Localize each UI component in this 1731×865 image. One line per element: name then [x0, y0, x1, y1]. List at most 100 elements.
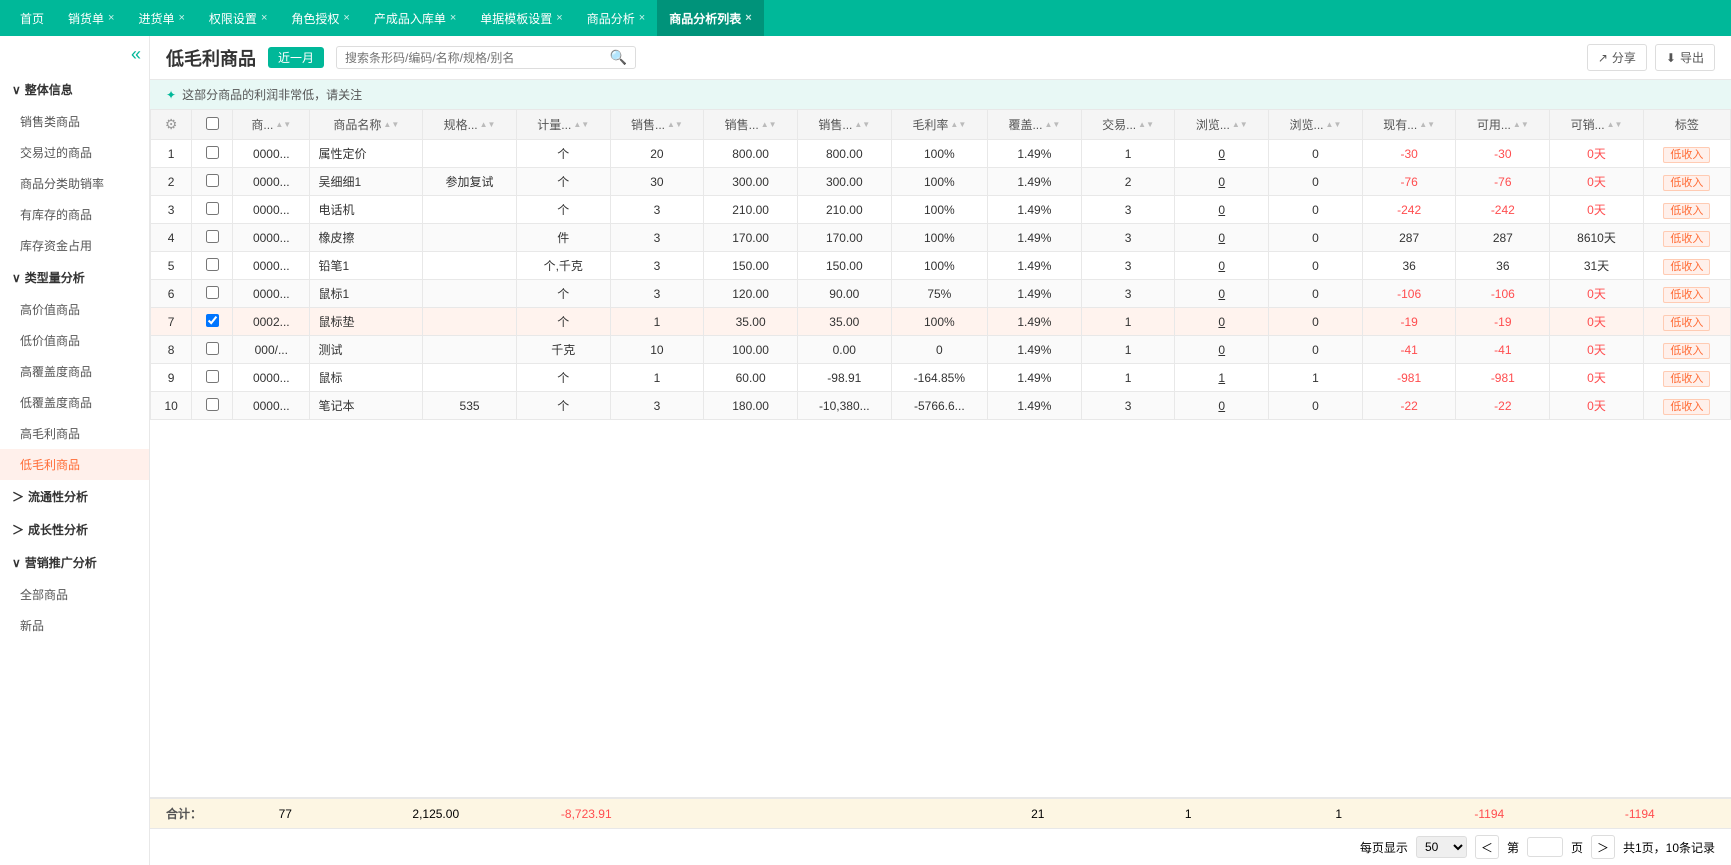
sidebar-group-circulation[interactable]: ＞ 流通性分析 [0, 480, 149, 513]
sort-icon[interactable]: ▲▼ [573, 121, 589, 129]
nav-template-settings[interactable]: 单据模板设置 × [468, 0, 574, 36]
row-browse1[interactable]: 0 [1175, 392, 1269, 420]
sidebar-item-sales-goods[interactable]: 销售类商品 [0, 106, 149, 137]
sort-icon[interactable]: ▲▼ [761, 121, 777, 129]
th-sellable[interactable]: 可销...▲▼ [1550, 110, 1644, 140]
nav-purchase-order[interactable]: 进货单 × [126, 0, 196, 36]
sort-icon[interactable]: ▲▼ [1044, 121, 1060, 129]
sidebar-item-all-goods[interactable]: 全部商品 [0, 579, 149, 610]
row-browse1[interactable]: 0 [1175, 336, 1269, 364]
nav-roles[interactable]: 角色授权 × [279, 0, 361, 36]
close-icon[interactable]: × [639, 12, 645, 24]
sort-icon[interactable]: ▲▼ [1419, 121, 1435, 129]
sidebar-group-marketing[interactable]: ∨ 营销推广分析 [0, 546, 149, 579]
row-browse1[interactable]: 0 [1175, 168, 1269, 196]
th-available[interactable]: 可用...▲▼ [1456, 110, 1550, 140]
th-current-stock[interactable]: 现有...▲▼ [1362, 110, 1456, 140]
sort-icon[interactable]: ▲▼ [1513, 121, 1529, 129]
time-tag-btn[interactable]: 近一月 [268, 47, 324, 68]
row-checkbox[interactable] [192, 224, 233, 252]
th-settings[interactable]: ⚙ [151, 110, 192, 140]
row-checkbox[interactable] [192, 364, 233, 392]
close-icon[interactable]: × [261, 12, 267, 24]
th-tag[interactable]: 标签 [1643, 110, 1730, 140]
sidebar-group-overall[interactable]: ∨ 整体信息 [0, 73, 149, 106]
sort-icon[interactable]: ▲▼ [1607, 121, 1623, 129]
row-browse1[interactable]: 0 [1175, 308, 1269, 336]
sidebar-item-high-margin[interactable]: 高毛利商品 [0, 418, 149, 449]
th-sales-qty[interactable]: 销售...▲▼ [610, 110, 704, 140]
row-name[interactable]: 橡皮擦 [310, 224, 423, 252]
sort-icon[interactable]: ▲▼ [667, 121, 683, 129]
sort-icon[interactable]: ▲▼ [950, 121, 966, 129]
row-browse1[interactable]: 0 [1175, 252, 1269, 280]
row-checkbox[interactable] [192, 196, 233, 224]
row-checkbox[interactable] [192, 252, 233, 280]
close-icon[interactable]: × [450, 12, 456, 24]
th-gross-rate[interactable]: 毛利率▲▼ [891, 110, 987, 140]
page-size-select[interactable]: 10 20 50 100 [1416, 836, 1467, 858]
sidebar-item-stocked-goods[interactable]: 有库存的商品 [0, 199, 149, 230]
row-name[interactable]: 吴细细1 [310, 168, 423, 196]
th-code[interactable]: 商...▲▼ [233, 110, 310, 140]
sidebar-group-growth[interactable]: ＞ 成长性分析 [0, 513, 149, 546]
share-button[interactable]: ↗ 分享 [1587, 44, 1647, 71]
nav-sales-order[interactable]: 销货单 × [56, 0, 126, 36]
sidebar-item-high-value[interactable]: 高价值商品 [0, 294, 149, 325]
prev-page-button[interactable]: ＜ [1475, 835, 1499, 859]
search-icon[interactable]: 🔍 [610, 49, 627, 66]
th-unit[interactable]: 计量...▲▼ [516, 110, 610, 140]
row-checkbox[interactable] [192, 392, 233, 420]
row-name[interactable]: 鼠标 [310, 364, 423, 392]
sidebar-item-traded-goods[interactable]: 交易过的商品 [0, 137, 149, 168]
close-icon[interactable]: × [745, 12, 751, 24]
export-button[interactable]: ⬇ 导出 [1655, 44, 1715, 71]
row-browse1[interactable]: 0 [1175, 224, 1269, 252]
current-page-input[interactable]: 1 [1527, 837, 1563, 857]
th-name[interactable]: 商品名称▲▼ [310, 110, 423, 140]
sort-icon[interactable]: ▲▼ [383, 121, 399, 129]
row-checkbox[interactable] [192, 140, 233, 168]
sidebar-item-category-rate[interactable]: 商品分类助销率 [0, 168, 149, 199]
select-all-checkbox[interactable] [206, 117, 219, 130]
row-name[interactable]: 鼠标垫 [310, 308, 423, 336]
th-spec[interactable]: 规格...▲▼ [423, 110, 517, 140]
sidebar-item-low-value[interactable]: 低价值商品 [0, 325, 149, 356]
close-icon[interactable]: × [343, 12, 349, 24]
nav-product-analysis[interactable]: 商品分析 × [575, 0, 657, 36]
sidebar-item-low-margin[interactable]: 低毛利商品 [0, 449, 149, 480]
sort-icon[interactable]: ▲▼ [480, 121, 496, 129]
row-name[interactable]: 属性定价 [310, 140, 423, 168]
row-checkbox[interactable] [192, 308, 233, 336]
row-name[interactable]: 铅笔1 [310, 252, 423, 280]
nav-finished-goods[interactable]: 产成品入库单 × [362, 0, 468, 36]
row-name[interactable]: 测试 [310, 336, 423, 364]
sidebar-item-new-goods[interactable]: 新品 [0, 610, 149, 641]
th-browse1[interactable]: 浏览...▲▼ [1175, 110, 1269, 140]
sort-icon[interactable]: ▲▼ [1232, 121, 1248, 129]
row-checkbox[interactable] [192, 280, 233, 308]
sort-icon[interactable]: ▲▼ [275, 121, 291, 129]
sort-icon[interactable]: ▲▼ [1138, 121, 1154, 129]
row-browse1[interactable]: 0 [1175, 280, 1269, 308]
close-icon[interactable]: × [108, 12, 114, 24]
table-wrapper[interactable]: ⚙ 商...▲▼ 商品名称▲▼ 规格...▲▼ 计量...▲▼ 销售...▲▼ … [150, 109, 1731, 797]
sidebar-item-high-coverage[interactable]: 高覆盖度商品 [0, 356, 149, 387]
th-sales-price[interactable]: 销售...▲▼ [704, 110, 798, 140]
sidebar-group-type-analysis[interactable]: ∨ 类型量分析 [0, 261, 149, 294]
row-checkbox[interactable] [192, 168, 233, 196]
row-browse1[interactable]: 0 [1175, 196, 1269, 224]
row-browse1[interactable]: 0 [1175, 140, 1269, 168]
close-icon[interactable]: × [178, 12, 184, 24]
sort-icon[interactable]: ▲▼ [1326, 121, 1342, 129]
th-sales-amount[interactable]: 销售...▲▼ [797, 110, 891, 140]
th-coverage[interactable]: 覆盖...▲▼ [988, 110, 1082, 140]
nav-product-analysis-list[interactable]: 商品分析列表 × [657, 0, 763, 36]
th-trade-count[interactable]: 交易...▲▼ [1081, 110, 1175, 140]
th-browse2[interactable]: 浏览...▲▼ [1269, 110, 1363, 140]
row-checkbox[interactable] [192, 336, 233, 364]
row-name[interactable]: 鼠标1 [310, 280, 423, 308]
row-browse1[interactable]: 1 [1175, 364, 1269, 392]
next-page-button[interactable]: ＞ [1591, 835, 1615, 859]
th-checkbox[interactable] [192, 110, 233, 140]
